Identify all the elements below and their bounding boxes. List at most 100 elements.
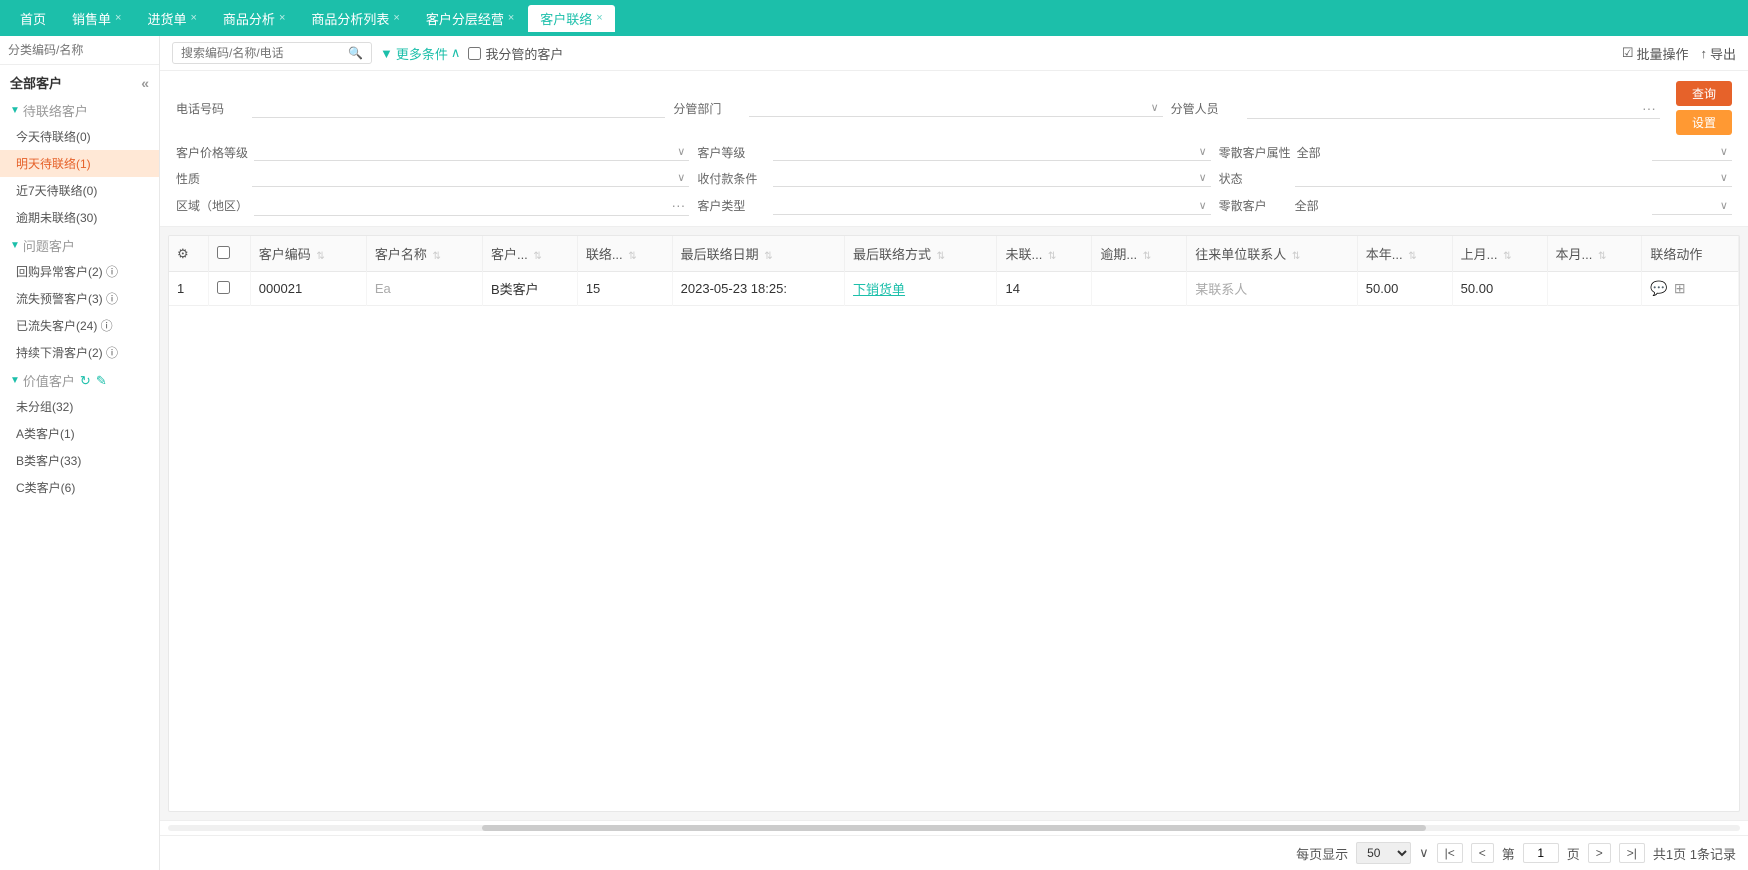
scrollbar-thumb[interactable]	[482, 825, 1425, 831]
filter-region-dots[interactable]: ···	[671, 197, 685, 213]
per-page-select[interactable]: 10 20 50 100	[1356, 842, 1411, 864]
filter-person-dots-container[interactable]: ···	[1247, 98, 1660, 119]
filter-select-payment[interactable]: ∨	[773, 169, 1210, 187]
sidebar-item-c-class[interactable]: C类客户(6)	[0, 474, 159, 501]
prev-page-btn[interactable]: <	[1471, 843, 1494, 863]
sidebar-item-7days[interactable]: 近7天待联络(0)	[0, 177, 159, 204]
filter-label-region: 区域（地区）	[176, 197, 248, 214]
td-checkbox[interactable]	[208, 272, 250, 306]
nav-purchase[interactable]: 进货单 ×	[135, 5, 208, 32]
sort-uncontact-icon[interactable]: ⇅	[1048, 251, 1056, 262]
value-refresh-icon[interactable]: ↻	[80, 373, 91, 389]
sidebar-item-today[interactable]: 今天待联络(0)	[0, 123, 159, 150]
sort-overdue-icon[interactable]: ⇅	[1143, 251, 1151, 262]
table-header-row: ⚙ 客户编码 ⇅ 客户名称 ⇅ 客户... ⇅ 联络... ⇅ 最后联络日期 ⇅…	[169, 236, 1739, 272]
first-page-btn[interactable]: |<	[1437, 843, 1463, 863]
filter-select-nature[interactable]: ∨	[252, 169, 689, 187]
last-page-btn[interactable]: >|	[1619, 843, 1645, 863]
sort-code-icon[interactable]: ⇅	[316, 251, 324, 262]
grid-action-icon[interactable]: ⊞	[1674, 280, 1686, 297]
nav-analysis-list-close[interactable]: ×	[393, 12, 399, 24]
td-name-value[interactable]: Ea	[375, 281, 391, 296]
next-page-btn[interactable]: >	[1588, 843, 1611, 863]
filter-input-phone[interactable]	[252, 99, 665, 118]
nav-customer-contact[interactable]: 客户联络 ×	[528, 5, 614, 32]
filter-cell-region: 区域（地区） ···	[176, 195, 689, 216]
sidebar-item-tomorrow[interactable]: 明天待联络(1)	[0, 150, 159, 177]
horizontal-scrollbar[interactable]	[168, 825, 1740, 831]
td-method-link[interactable]: 下销货单	[853, 282, 905, 297]
filter-select-retail-attr[interactable]: ∨	[1652, 143, 1732, 161]
sort-name-icon[interactable]: ⇅	[433, 251, 441, 262]
sort-unit-icon[interactable]: ⇅	[1292, 251, 1300, 262]
export-icon: ↑	[1700, 46, 1707, 61]
filter-region-container[interactable]: ···	[254, 195, 689, 216]
sidebar-item-a-class[interactable]: A类客户(1)	[0, 420, 159, 447]
sort-lastmonth-icon[interactable]: ⇅	[1503, 251, 1511, 262]
filter-person-dots[interactable]: ···	[1642, 100, 1656, 116]
nav-sales-close[interactable]: ×	[115, 12, 121, 24]
sort-year-icon[interactable]: ⇅	[1408, 251, 1416, 262]
sidebar-item-repurchase[interactable]: 回购异常客户(2) ⓘ	[0, 258, 159, 285]
group-triangle-icon: ▼	[10, 105, 20, 116]
sort-thismonth-icon[interactable]: ⇅	[1598, 251, 1606, 262]
sidebar-item-b-class[interactable]: B类客户(33)	[0, 447, 159, 474]
col-settings[interactable]: ⚙	[169, 236, 208, 272]
more-filter-btn[interactable]: ▼ 更多条件 ∧	[380, 44, 460, 63]
sort-method-icon[interactable]: ⇅	[937, 251, 945, 262]
td-uncontact: 14	[997, 272, 1092, 306]
batch-op-btn[interactable]: ☑ 批量操作	[1622, 44, 1689, 63]
my-customer-checkbox[interactable]: 我分管的客户	[468, 44, 563, 63]
sidebar-item-lost[interactable]: 已流失客户(24) ⓘ	[0, 312, 159, 339]
sidebar-item-ungroup[interactable]: 未分组(32)	[0, 393, 159, 420]
sort-type-icon[interactable]: ⇅	[533, 251, 541, 262]
row-checkbox[interactable]	[217, 281, 230, 294]
my-customer-label: 我分管的客户	[485, 44, 563, 63]
nav-home[interactable]: 首页	[8, 5, 58, 32]
filter-select-customer-type[interactable]: ∨	[773, 197, 1210, 215]
sidebar-all-label[interactable]: 全部客户	[10, 73, 62, 92]
nav-analysis[interactable]: 商品分析 ×	[211, 5, 297, 32]
filter-select-price-level[interactable]: ∨	[254, 143, 689, 161]
filter-select-dept[interactable]: ∨	[749, 99, 1162, 117]
sort-contact-icon[interactable]: ⇅	[628, 251, 636, 262]
sidebar-item-loss-warning[interactable]: 流失预警客户(3) ⓘ	[0, 285, 159, 312]
sidebar-collapse-icon[interactable]: «	[141, 75, 149, 91]
nav-customer-contact-close[interactable]: ×	[596, 12, 602, 24]
filter-arrow-icon: ∧	[451, 45, 461, 61]
nav-sales[interactable]: 销售单 ×	[60, 5, 133, 32]
value-edit-icon[interactable]: ✎	[96, 373, 107, 389]
sort-date-icon[interactable]: ⇅	[764, 251, 772, 262]
set-button[interactable]: 设置	[1676, 110, 1732, 135]
nav-purchase-close[interactable]: ×	[190, 12, 196, 24]
filter-row-4: 区域（地区） ··· 客户类型 ∨ 零散客户 全部	[176, 195, 1732, 216]
sidebar-search-input[interactable]	[8, 43, 160, 57]
select-all-checkbox[interactable]	[217, 246, 230, 259]
sidebar-item-overdue[interactable]: 逾期未联络(30)	[0, 204, 159, 231]
page-input[interactable]	[1523, 843, 1559, 863]
filter-select-grade[interactable]: ∨	[773, 143, 1210, 161]
td-last-method[interactable]: 下销货单	[845, 272, 997, 306]
col-last-contact-date: 最后联络日期 ⇅	[672, 236, 844, 272]
scrollbar-area	[160, 820, 1748, 835]
main-layout: 🔍 全部客户 « ▼ 待联络客户 今天待联络(0) 明天待联络(1) 近7天待联…	[0, 36, 1748, 870]
sidebar-all-header: 全部客户 «	[0, 65, 159, 96]
filter-label-status: 状态	[1219, 170, 1289, 187]
td-contact-count: 15	[577, 272, 672, 306]
col-uncontact: 未联... ⇅	[997, 236, 1092, 272]
export-btn[interactable]: ↑ 导出	[1700, 44, 1736, 63]
filter-select-status[interactable]: ∨	[1295, 169, 1732, 187]
nav-customer-tier-close[interactable]: ×	[508, 12, 514, 24]
toolbar-search-icon[interactable]: 🔍	[348, 46, 363, 60]
nav-customer-tier[interactable]: 客户分层经营 ×	[414, 5, 526, 32]
td-last-month: 50.00	[1452, 272, 1547, 306]
sidebar-item-decline[interactable]: 持续下滑客户(2) ⓘ	[0, 339, 159, 366]
nav-analysis-close[interactable]: ×	[279, 12, 285, 24]
toolbar-search-input[interactable]	[181, 46, 344, 60]
col-checkbox[interactable]	[208, 236, 250, 272]
my-customer-check[interactable]	[468, 47, 481, 60]
filter-select-retail-customer[interactable]: ∨	[1652, 197, 1732, 215]
query-button[interactable]: 查询	[1676, 81, 1732, 106]
comment-action-icon[interactable]: 💬	[1650, 280, 1667, 297]
nav-analysis-list[interactable]: 商品分析列表 ×	[299, 5, 411, 32]
